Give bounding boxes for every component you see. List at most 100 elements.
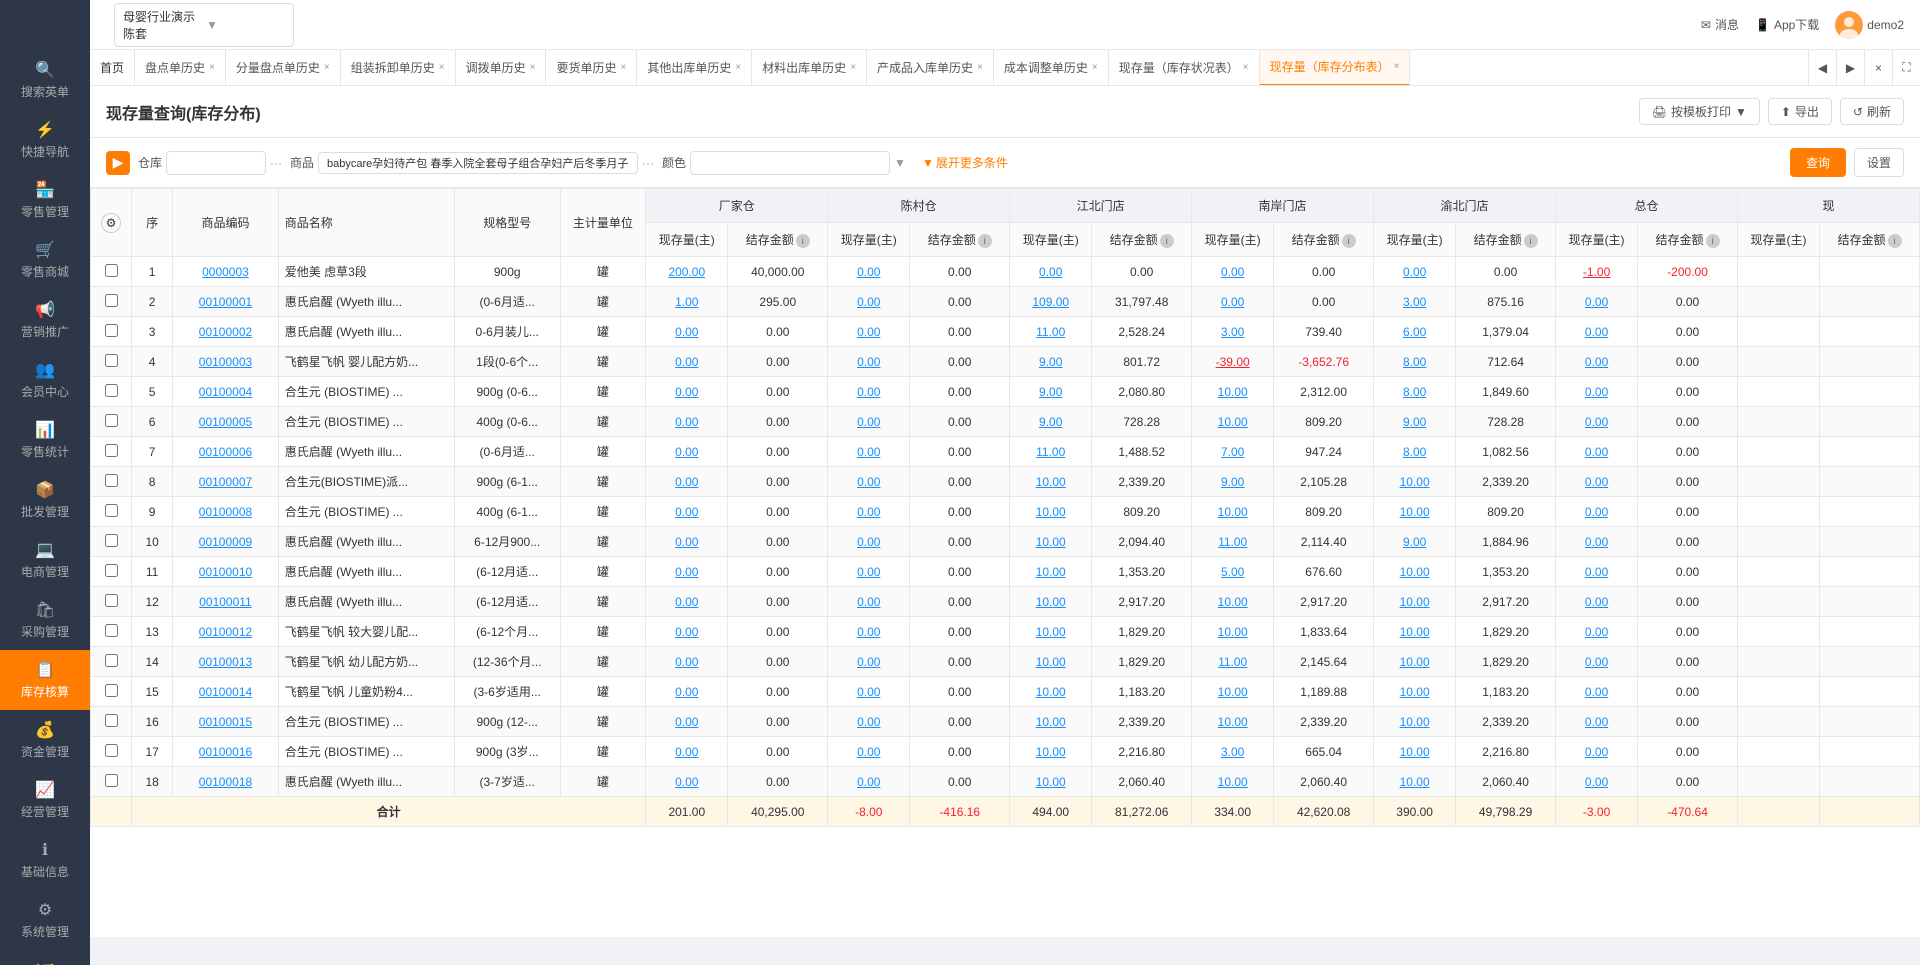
row-checkbox[interactable] xyxy=(91,587,132,617)
sidebar-item-purchase[interactable]: 🛍 采购管理 xyxy=(0,590,90,650)
sidebar-item-collab[interactable]: 🤝 企业协同 xyxy=(0,950,90,965)
tab-close-icon[interactable]: × xyxy=(324,62,330,73)
row-wh5-qty[interactable]: 8.00 xyxy=(1374,377,1456,407)
row-checkbox[interactable] xyxy=(91,647,132,677)
info-icon[interactable]: i xyxy=(1160,234,1174,248)
row-total-qty[interactable]: 0.00 xyxy=(1555,287,1637,317)
row-wh5-qty[interactable]: 10.00 xyxy=(1374,467,1456,497)
nav-next-button[interactable]: ▶ xyxy=(1836,50,1864,86)
tab-close-icon[interactable]: × xyxy=(850,62,856,73)
row-wh1-qty[interactable]: 0.00 xyxy=(646,377,728,407)
nav-close-button[interactable]: × xyxy=(1864,50,1892,86)
row-wh5-qty[interactable]: 10.00 xyxy=(1374,617,1456,647)
row-code[interactable]: 00100011 xyxy=(173,587,279,617)
row-code[interactable]: 00100014 xyxy=(173,677,279,707)
settings-button[interactable]: 设置 xyxy=(1854,148,1904,177)
nav-expand-button[interactable]: ⛶ xyxy=(1892,50,1920,86)
row-wh4-qty[interactable]: 10.00 xyxy=(1192,497,1274,527)
tab-transfer-history[interactable]: 调拨单历史 × xyxy=(456,50,547,86)
row-checkbox[interactable] xyxy=(91,677,132,707)
row-code[interactable]: 00100016 xyxy=(173,737,279,767)
sidebar-item-marketing[interactable]: 📢 营销推广 xyxy=(0,290,90,350)
row-wh3-qty[interactable]: 9.00 xyxy=(1010,377,1092,407)
col-settings-header[interactable]: ⚙ xyxy=(91,189,132,257)
product-input[interactable] xyxy=(318,152,638,174)
row-code[interactable]: 00100002 xyxy=(173,317,279,347)
row-total-qty[interactable]: 0.00 xyxy=(1555,437,1637,467)
row-wh1-qty[interactable]: 1.00 xyxy=(646,287,728,317)
tab-qty-stocktake-history[interactable]: 分量盘点单历史 × xyxy=(226,50,341,86)
row-code[interactable]: 00100010 xyxy=(173,557,279,587)
row-total-qty[interactable]: 0.00 xyxy=(1555,647,1637,677)
row-wh2-qty[interactable]: 0.00 xyxy=(828,497,910,527)
row-checkbox[interactable] xyxy=(91,737,132,767)
info-icon[interactable]: i xyxy=(796,234,810,248)
table-container[interactable]: ⚙ 序 商品编码 商品名称 规格型号 主计量单位 厂家仓 陈村仓 江北门店 南岸… xyxy=(90,188,1920,937)
row-code[interactable]: 00100015 xyxy=(173,707,279,737)
row-wh3-qty[interactable]: 10.00 xyxy=(1010,587,1092,617)
row-total-qty[interactable]: 0.00 xyxy=(1555,497,1637,527)
row-wh1-qty[interactable]: 0.00 xyxy=(646,677,728,707)
sidebar-item-system[interactable]: ⚙ 系统管理 xyxy=(0,890,90,950)
row-wh3-qty[interactable]: 10.00 xyxy=(1010,527,1092,557)
row-wh3-qty[interactable]: 10.00 xyxy=(1010,647,1092,677)
sidebar-item-basics[interactable]: ℹ 基础信息 xyxy=(0,830,90,890)
row-wh4-qty[interactable]: 10.00 xyxy=(1192,377,1274,407)
row-code[interactable]: 00100013 xyxy=(173,647,279,677)
tab-stocktake-history[interactable]: 盘点单历史 × xyxy=(135,50,226,86)
info-icon[interactable]: i xyxy=(1888,234,1902,248)
row-wh4-qty[interactable]: -39.00 xyxy=(1192,347,1274,377)
info-icon[interactable]: i xyxy=(978,234,992,248)
row-wh5-qty[interactable]: 6.00 xyxy=(1374,317,1456,347)
row-code[interactable]: 00100006 xyxy=(173,437,279,467)
row-wh1-qty[interactable]: 0.00 xyxy=(646,527,728,557)
warehouse-input[interactable] xyxy=(166,151,266,175)
row-wh3-qty[interactable]: 9.00 xyxy=(1010,347,1092,377)
row-total-qty[interactable]: -1.00 xyxy=(1555,257,1637,287)
row-wh5-qty[interactable]: 10.00 xyxy=(1374,707,1456,737)
row-wh3-qty[interactable]: 10.00 xyxy=(1010,767,1092,797)
row-wh4-qty[interactable]: 9.00 xyxy=(1192,467,1274,497)
row-wh1-qty[interactable]: 0.00 xyxy=(646,467,728,497)
tab-close-icon[interactable]: × xyxy=(1243,62,1249,73)
row-wh5-qty[interactable]: 10.00 xyxy=(1374,587,1456,617)
tab-close-icon[interactable]: × xyxy=(977,62,983,73)
app-download-button[interactable]: 📱 App下载 xyxy=(1755,16,1819,33)
sidebar-item-wholesale[interactable]: 📦 批发管理 xyxy=(0,470,90,530)
row-checkbox[interactable] xyxy=(91,407,132,437)
tab-close-icon[interactable]: × xyxy=(530,62,536,73)
sidebar-item-finance[interactable]: 💰 资金管理 xyxy=(0,710,90,770)
tab-material-outbound[interactable]: 材料出库单历史 × xyxy=(752,50,867,86)
row-wh1-qty[interactable]: 0.00 xyxy=(646,347,728,377)
row-code[interactable]: 00100009 xyxy=(173,527,279,557)
row-wh4-qty[interactable]: 10.00 xyxy=(1192,407,1274,437)
export-button[interactable]: ⬆ 导出 xyxy=(1768,98,1832,125)
row-wh3-qty[interactable]: 10.00 xyxy=(1010,617,1092,647)
tab-outbound-history[interactable]: 其他出库单历史 × xyxy=(637,50,752,86)
product-dots[interactable]: ··· xyxy=(642,156,654,170)
row-wh2-qty[interactable]: 0.00 xyxy=(828,557,910,587)
row-wh2-qty[interactable]: 0.00 xyxy=(828,707,910,737)
info-icon[interactable]: i xyxy=(1342,234,1356,248)
user-area[interactable]: demo2 xyxy=(1835,11,1904,39)
row-wh2-qty[interactable]: 0.00 xyxy=(828,347,910,377)
row-wh1-qty[interactable]: 0.00 xyxy=(646,707,728,737)
row-wh1-qty[interactable]: 0.00 xyxy=(646,737,728,767)
row-wh5-qty[interactable]: 10.00 xyxy=(1374,677,1456,707)
row-code[interactable]: 00100012 xyxy=(173,617,279,647)
tab-product-inbound[interactable]: 产成品入库单历史 × xyxy=(867,50,994,86)
row-wh4-qty[interactable]: 10.00 xyxy=(1192,707,1274,737)
row-wh4-qty[interactable]: 5.00 xyxy=(1192,557,1274,587)
warehouse-dots[interactable]: ··· xyxy=(270,156,282,170)
sidebar-item-inventory[interactable]: 📋 库存核算 xyxy=(0,650,90,710)
row-wh2-qty[interactable]: 0.00 xyxy=(828,287,910,317)
row-checkbox[interactable] xyxy=(91,377,132,407)
row-wh2-qty[interactable]: 0.00 xyxy=(828,257,910,287)
tab-close-icon[interactable]: × xyxy=(620,62,626,73)
row-total-qty[interactable]: 0.00 xyxy=(1555,407,1637,437)
row-checkbox[interactable] xyxy=(91,617,132,647)
tab-close-icon[interactable]: × xyxy=(735,62,741,73)
row-checkbox[interactable] xyxy=(91,557,132,587)
row-wh2-qty[interactable]: 0.00 xyxy=(828,317,910,347)
row-checkbox[interactable] xyxy=(91,497,132,527)
